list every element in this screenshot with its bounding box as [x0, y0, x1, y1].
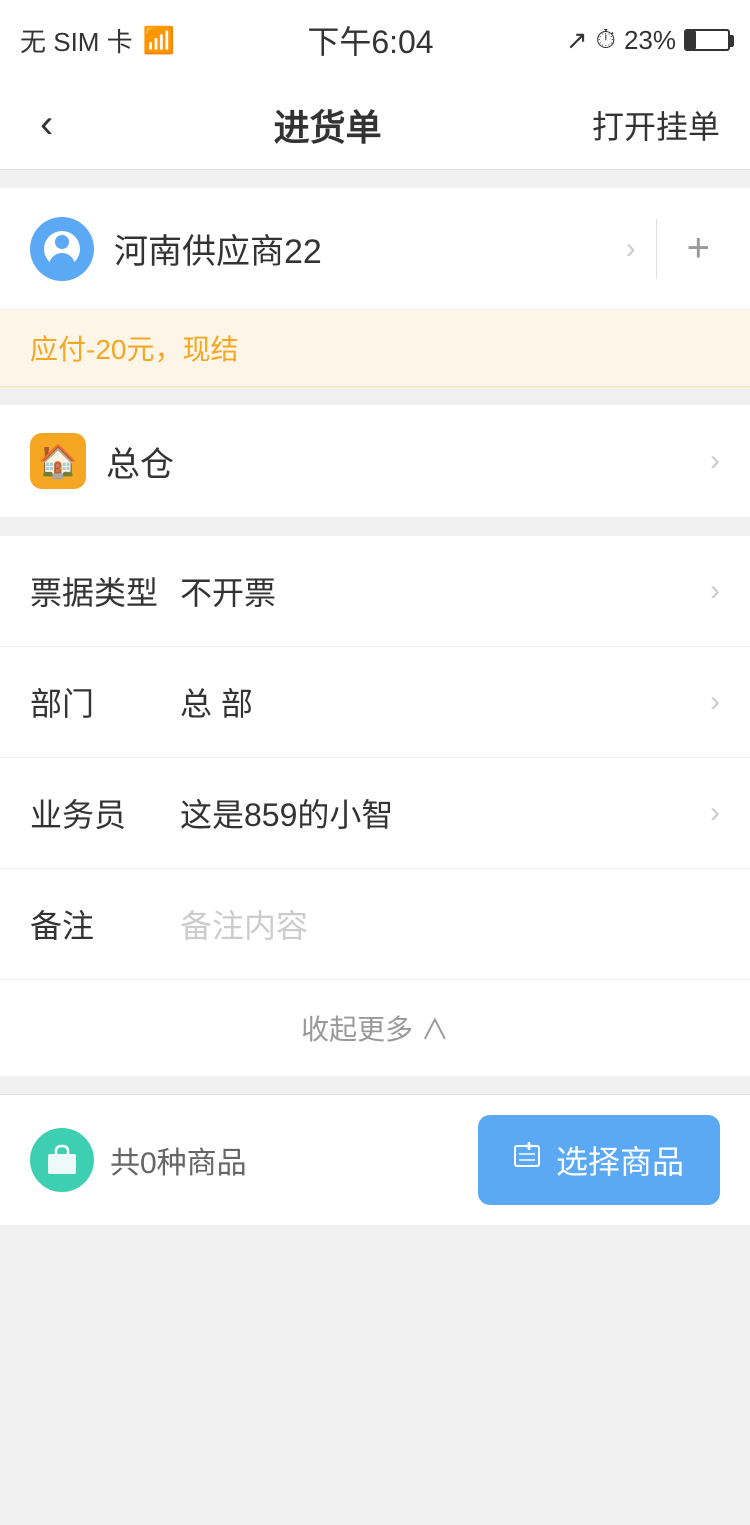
notice-text: 应付-20元，现结: [30, 334, 238, 365]
wifi-icon: 📶: [143, 25, 175, 56]
goods-count-section: 共0种商品: [30, 1128, 247, 1192]
department-value: 总 部: [160, 679, 710, 725]
invoice-type-row[interactable]: 票据类型 不开票 ›: [0, 536, 750, 647]
department-label: 部门: [30, 679, 160, 725]
warehouse-name: 总仓: [106, 437, 710, 486]
department-chevron-icon: ›: [710, 685, 720, 719]
supplier-row[interactable]: 河南供应商22 › +: [0, 188, 750, 310]
form-section: 票据类型 不开票 › 部门 总 部 › 业务员 这是859的小智 › 备注 备注…: [0, 536, 750, 979]
goods-count-text: 共0种商品: [110, 1138, 247, 1182]
invoice-type-label: 票据类型: [30, 568, 160, 614]
select-goods-button[interactable]: 选择商品: [478, 1115, 720, 1205]
supplier-section: 河南供应商22 › + 应付-20元，现结: [0, 188, 750, 387]
location-icon: ↗: [566, 25, 588, 56]
notice-banner: 应付-20元，现结: [0, 310, 750, 387]
battery-icon: [684, 29, 730, 51]
goods-icon: [30, 1128, 94, 1192]
salesman-label: 业务员: [30, 790, 160, 836]
department-row[interactable]: 部门 总 部 ›: [0, 647, 750, 758]
separator-1: [0, 387, 750, 405]
supplier-chevron-icon: ›: [626, 232, 636, 266]
status-right: ↗ ⏱ 23%: [566, 24, 730, 56]
collapse-row[interactable]: 收起更多 ∧: [0, 979, 750, 1076]
nav-bar: ‹ 进货单 打开挂单: [0, 80, 750, 170]
avatar-image: [44, 231, 80, 267]
status-time: 下午6:04: [307, 17, 433, 63]
separator-top: [0, 170, 750, 188]
warehouse-section: 🏠 总仓 ›: [0, 405, 750, 518]
add-supplier-button[interactable]: +: [677, 216, 720, 281]
alarm-icon: ⏱: [596, 24, 616, 56]
remark-row[interactable]: 备注 备注内容: [0, 869, 750, 979]
remark-input[interactable]: 备注内容: [160, 901, 720, 947]
battery-percent: 23%: [624, 25, 676, 56]
supplier-avatar: [30, 217, 94, 281]
separator-2: [0, 518, 750, 536]
vertical-divider: [656, 219, 657, 279]
back-button[interactable]: ‹: [30, 92, 63, 157]
invoice-type-value: 不开票: [160, 568, 710, 614]
supplier-name: 河南供应商22: [114, 224, 626, 273]
status-bar: 无 SIM 卡 📶 下午6:04 ↗ ⏱ 23%: [0, 0, 750, 80]
page-title: 进货单: [274, 99, 382, 151]
salesman-value: 这是859的小智: [160, 790, 710, 836]
remark-label: 备注: [30, 901, 160, 947]
open-pending-button[interactable]: 打开挂单: [592, 102, 720, 148]
warehouse-row[interactable]: 🏠 总仓 ›: [0, 405, 750, 518]
salesman-row[interactable]: 业务员 这是859的小智 ›: [0, 758, 750, 869]
footer-gray: [0, 1225, 750, 1525]
salesman-chevron-icon: ›: [710, 796, 720, 830]
bottom-bar: 共0种商品 选择商品: [0, 1094, 750, 1225]
status-carrier: 无 SIM 卡 📶: [20, 22, 175, 59]
select-goods-icon: [514, 1141, 544, 1179]
warehouse-chevron-icon: ›: [710, 444, 720, 478]
carrier-text: 无 SIM 卡: [20, 22, 133, 59]
select-goods-label: 选择商品: [556, 1137, 684, 1183]
invoice-type-chevron-icon: ›: [710, 574, 720, 608]
collapse-label: 收起更多 ∧: [301, 1008, 449, 1048]
warehouse-icon: 🏠: [30, 433, 86, 489]
